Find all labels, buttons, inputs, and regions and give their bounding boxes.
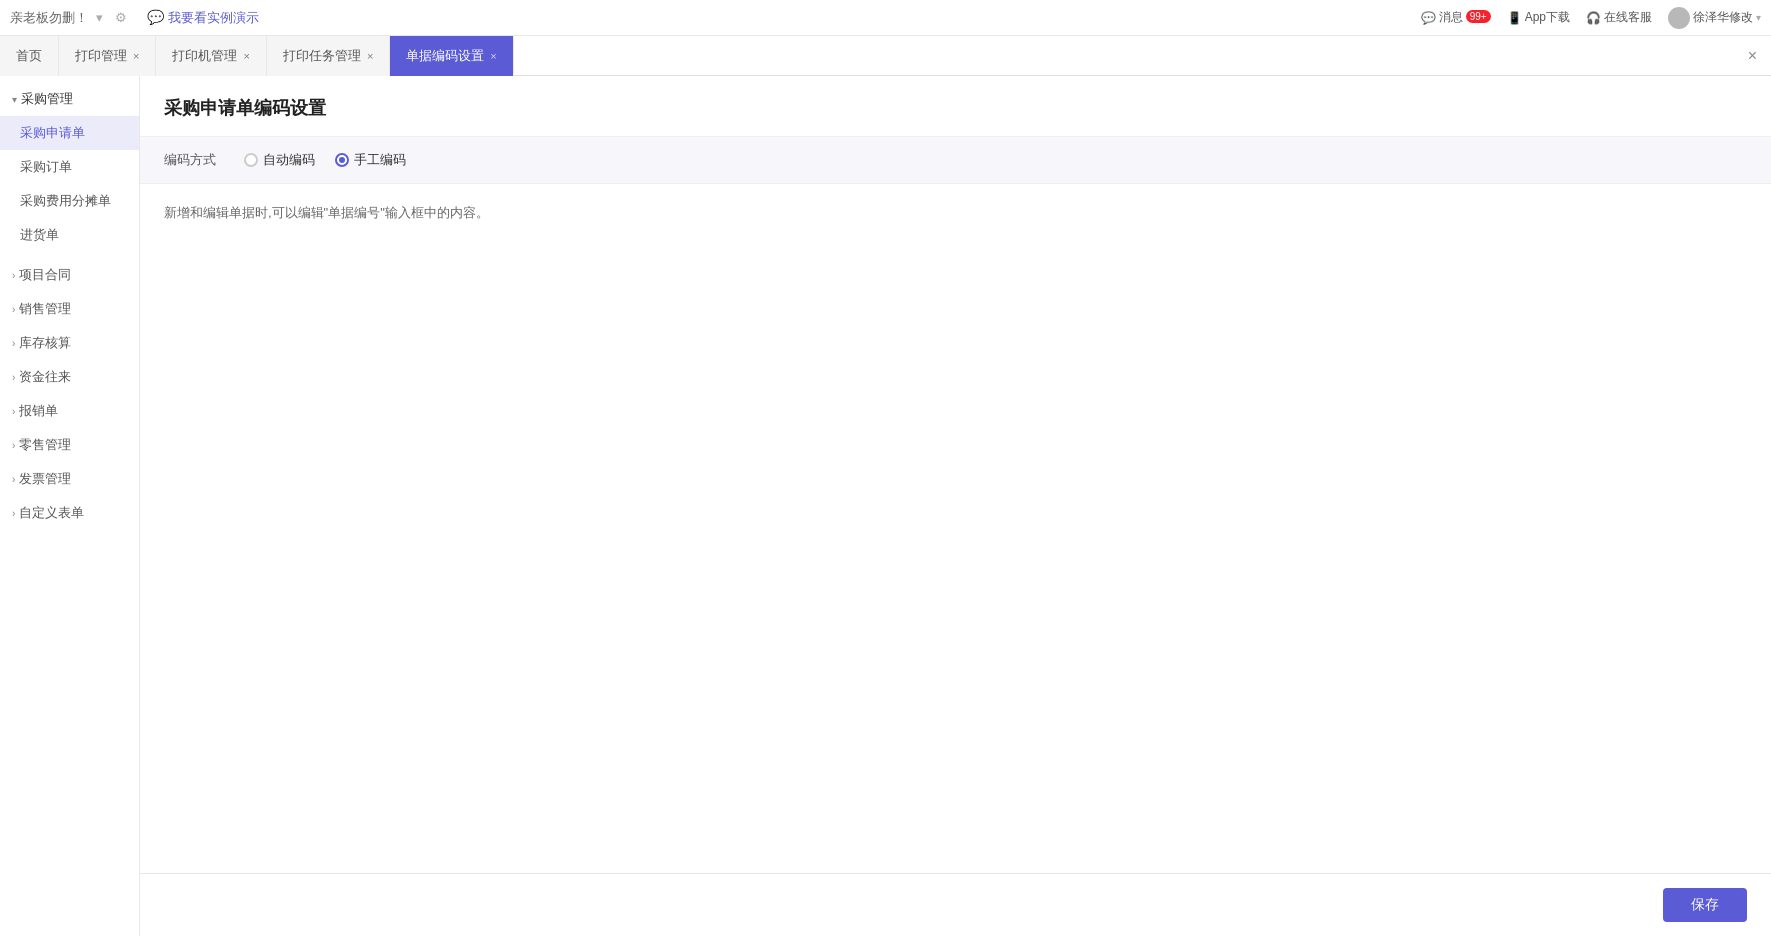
tab-single-code-close[interactable]: × [490,50,496,62]
content-area: 采购申请单编码设置 编码方式 自动编码 手工编码 新增和编辑单据时,可以 [140,76,1771,936]
content-header: 采购申请单编码设置 [140,76,1771,137]
top-bar-title: 亲老板勿删！ [10,9,88,27]
message-badge: 99+ [1466,10,1491,23]
fund-label: 资金往来 [19,368,71,386]
sidebar-group-sales-manage[interactable]: › 销售管理 [0,292,139,326]
content-body: 编码方式 自动编码 手工编码 新增和编辑单据时,可以编辑"单据编号"输入框中的内… [140,137,1771,873]
user-menu[interactable]: 徐泽华修改 ▾ [1668,7,1761,29]
tab-print-task[interactable]: 打印任务管理 × [267,36,390,76]
tab-single-code[interactable]: 单据编码设置 × [390,36,513,76]
chevron-right-icon-6: › [12,440,15,451]
app-icon: 📱 [1507,11,1522,25]
message-icon: 💬 [1421,11,1436,25]
tab-print-task-label: 打印任务管理 [283,47,361,65]
top-bar-left: 亲老板勿删！ ▾ ⚙ 💬 我要看实例演示 [10,9,259,27]
sidebar-group-custom-form[interactable]: › 自定义表单 [0,496,139,530]
tab-bar: 首页 打印管理 × 打印机管理 × 打印任务管理 × 单据编码设置 × × [0,36,1771,76]
sales-manage-label: 销售管理 [19,300,71,318]
radio-manual-circle[interactable] [335,153,349,167]
content-footer: 保存 [140,873,1771,936]
description-text: 新增和编辑单据时,可以编辑"单据编号"输入框中的内容。 [140,184,1771,242]
tab-single-code-label: 单据编码设置 [406,47,484,65]
project-contract-label: 项目合同 [19,266,71,284]
radio-manual[interactable]: 手工编码 [335,151,406,169]
sidebar-group-invoice[interactable]: › 发票管理 [0,462,139,496]
top-bar: 亲老板勿删！ ▾ ⚙ 💬 我要看实例演示 💬 消息 99+ 📱 App下载 🎧 … [0,0,1771,36]
chevron-right-icon-2: › [12,304,15,315]
page-title: 采购申请单编码设置 [164,96,1747,120]
page-close-button[interactable]: × [1734,36,1771,76]
invoice-label: 发票管理 [19,470,71,488]
chevron-right-icon-5: › [12,406,15,417]
returns-label: 报销单 [19,402,58,420]
tab-print-manage[interactable]: 打印管理 × [59,36,156,76]
chevron-right-icon: › [12,270,15,281]
message-label: 消息 [1439,9,1463,26]
settings-icon[interactable]: ⚙ [115,10,127,25]
encoding-label: 编码方式 [164,151,224,169]
custom-form-label: 自定义表单 [19,504,84,522]
tab-home-label: 首页 [16,47,42,65]
chevron-right-icon-8: › [12,508,15,519]
encoding-row: 编码方式 自动编码 手工编码 [140,137,1771,184]
online-service-label: 在线客服 [1604,9,1652,26]
chevron-right-icon-7: › [12,474,15,485]
save-button[interactable]: 保存 [1663,888,1747,922]
radio-auto-circle[interactable] [244,153,258,167]
chevron-right-icon-3: › [12,338,15,349]
sidebar-group-inventory[interactable]: › 库存核算 [0,326,139,360]
headset-icon: 🎧 [1586,11,1601,25]
sidebar-group-returns[interactable]: › 报销单 [0,394,139,428]
sidebar-item-purchase-expense[interactable]: 采购费用分摊单 [0,184,139,218]
user-name: 徐泽华修改 [1693,9,1753,26]
procurement-label: 采购管理 [21,90,73,108]
app-download-button[interactable]: 📱 App下载 [1507,9,1570,26]
sidebar-item-purchase-request-label: 采购申请单 [20,125,85,140]
inventory-label: 库存核算 [19,334,71,352]
top-bar-right: 💬 消息 99+ 📱 App下载 🎧 在线客服 徐泽华修改 ▾ [1421,7,1761,29]
message-button[interactable]: 💬 消息 99+ [1421,9,1491,26]
sidebar-item-stock-in-label: 进货单 [20,227,59,242]
radio-auto[interactable]: 自动编码 [244,151,315,169]
tab-print-manage-close[interactable]: × [133,50,139,62]
demo-link[interactable]: 💬 我要看实例演示 [147,9,259,27]
sidebar-group-procurement: ▾ 采购管理 采购申请单 采购订单 采购费用分摊单 进货单 [0,76,139,258]
tab-print-manage-label: 打印管理 [75,47,127,65]
user-dropdown-icon: ▾ [1756,12,1761,23]
sidebar-group-project-contract[interactable]: › 项目合同 [0,258,139,292]
sidebar-item-stock-in[interactable]: 进货单 [0,218,139,252]
tab-printer-manage-close[interactable]: × [243,50,249,62]
sidebar-group-procurement-title[interactable]: ▾ 采购管理 [0,82,139,116]
demo-icon: 💬 [147,9,164,25]
radio-auto-label: 自动编码 [263,151,315,169]
retail-label: 零售管理 [19,436,71,454]
sidebar-group-fund[interactable]: › 资金往来 [0,360,139,394]
chevron-right-icon-4: › [12,372,15,383]
sidebar: ▾ 采购管理 采购申请单 采购订单 采购费用分摊单 进货单 › 项目合同 › 销… [0,76,140,936]
main-layout: ▾ 采购管理 采购申请单 采购订单 采购费用分摊单 进货单 › 项目合同 › 销… [0,76,1771,936]
radio-group: 自动编码 手工编码 [244,151,406,169]
tab-printer-manage-label: 打印机管理 [172,47,237,65]
tab-home[interactable]: 首页 [0,36,59,76]
sidebar-group-retail[interactable]: › 零售管理 [0,428,139,462]
online-service-button[interactable]: 🎧 在线客服 [1586,9,1652,26]
sidebar-item-purchase-order-label: 采购订单 [20,159,72,174]
radio-manual-label: 手工编码 [354,151,406,169]
tab-printer-manage[interactable]: 打印机管理 × [156,36,266,76]
avatar [1668,7,1690,29]
tab-print-task-close[interactable]: × [367,50,373,62]
sidebar-item-purchase-order[interactable]: 采购订单 [0,150,139,184]
sidebar-item-purchase-request[interactable]: 采购申请单 [0,116,139,150]
sidebar-item-purchase-expense-label: 采购费用分摊单 [20,193,111,208]
app-download-label: App下载 [1525,9,1570,26]
dropdown-arrow-icon[interactable]: ▾ [96,10,103,25]
chevron-down-icon: ▾ [12,94,17,105]
